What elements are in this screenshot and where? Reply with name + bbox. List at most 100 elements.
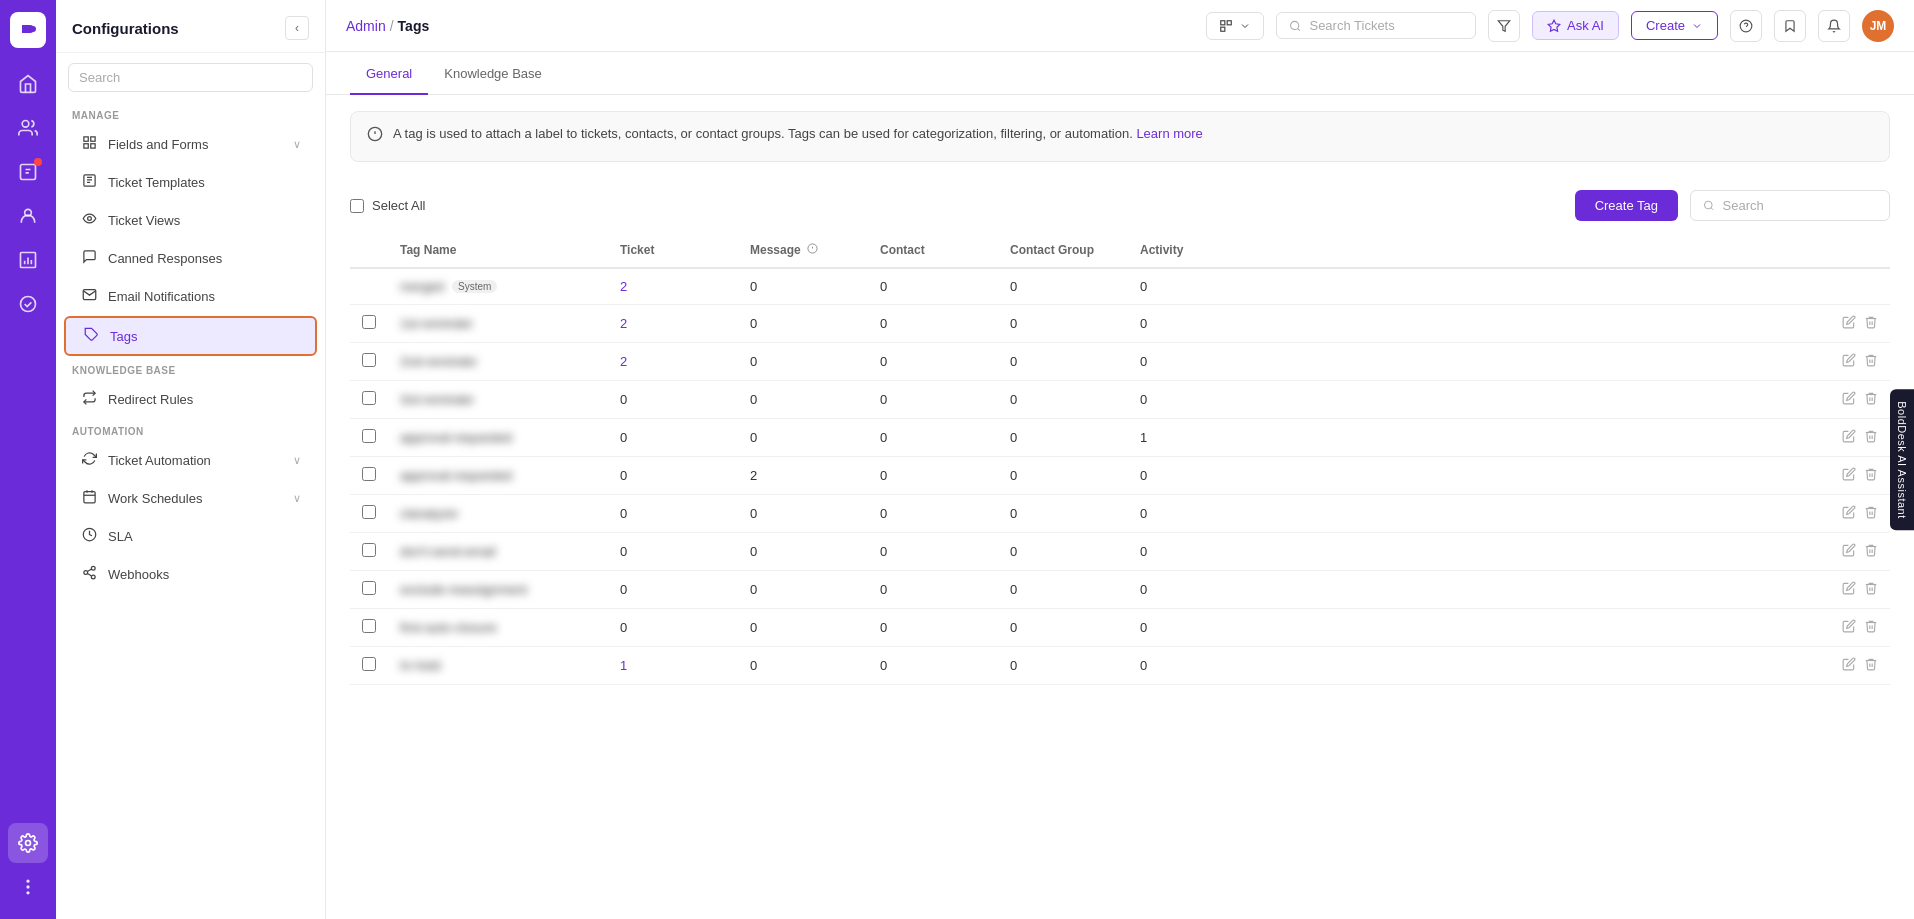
delete-icon[interactable] [1864,429,1878,446]
app-logo[interactable] [10,12,46,48]
sidebar-item-redirect-rules[interactable]: Redirect Rules [64,381,317,417]
create-tag-button[interactable]: Create Tag [1575,190,1678,221]
nav-tickets[interactable] [8,152,48,192]
col-message: Message [738,233,868,268]
learn-more-link[interactable]: Learn more [1136,126,1202,141]
sidebar-item-email-notifications[interactable]: Email Notifications [64,278,317,314]
tags-table-wrapper: Tag Name Ticket Message Contact [326,233,1914,709]
edit-icon[interactable] [1842,467,1856,484]
ticket-count[interactable]: 2 [608,268,738,305]
activity-count: 0 [1128,268,1258,305]
edit-icon[interactable] [1842,353,1856,370]
sidebar-item-sla[interactable]: SLA [64,518,317,554]
row-checkbox[interactable] [362,429,376,443]
table-row: 2nd-reminder20000 [350,343,1890,381]
table-row: don't-send-email00000 [350,533,1890,571]
system-badge: System [452,280,497,293]
tag-name-text: 2nd-reminder [400,354,477,369]
nav-reports[interactable] [8,240,48,280]
select-all-label[interactable]: Select All [350,198,425,213]
delete-icon[interactable] [1864,467,1878,484]
global-search-input[interactable] [1309,18,1463,33]
sidebar-item-ticket-templates[interactable]: Ticket Templates [64,164,317,200]
svg-point-10 [27,892,29,894]
table-row: 1st-reminder20000 [350,305,1890,343]
svg-rect-13 [83,144,87,148]
ticket-count[interactable]: 2 [608,343,738,381]
tab-general[interactable]: General [350,52,428,95]
ticket-link[interactable]: 1 [620,658,627,673]
edit-icon[interactable] [1842,429,1856,446]
row-checkbox[interactable] [362,467,376,481]
delete-icon[interactable] [1864,353,1878,370]
sidebar-item-work-schedules[interactable]: Work Schedules ∨ [64,480,317,516]
edit-icon[interactable] [1842,505,1856,522]
icon-bar [0,0,56,919]
svg-point-23 [91,566,95,570]
delete-icon[interactable] [1864,543,1878,560]
breadcrumb: Admin/Tags [346,18,429,34]
activity-count: 0 [1128,381,1258,419]
ticket-count[interactable]: 2 [608,305,738,343]
sidebar-item-tags[interactable]: Tags [64,316,317,356]
delete-icon[interactable] [1864,505,1878,522]
tag-name-text: exclude-reassignment [400,582,527,597]
breadcrumb-admin[interactable]: Admin [346,18,386,34]
delete-icon[interactable] [1864,581,1878,598]
sidebar-section-manage: MANAGE [56,102,325,125]
edit-icon[interactable] [1842,543,1856,560]
ticket-link[interactable]: 2 [620,316,627,331]
delete-icon[interactable] [1864,657,1878,674]
edit-icon[interactable] [1842,619,1856,636]
edit-icon[interactable] [1842,581,1856,598]
inbox-filter-dropdown[interactable] [1206,12,1264,40]
create-button[interactable]: Create [1631,11,1718,40]
tags-search-box[interactable] [1690,190,1890,221]
canned-responses-icon [80,249,98,267]
notifications-icon-button[interactable] [1818,10,1850,42]
row-checkbox[interactable] [362,657,376,671]
tags-search-input[interactable] [1723,198,1877,213]
global-search-box[interactable] [1276,12,1476,39]
sidebar-item-ticket-views[interactable]: Ticket Views [64,202,317,238]
ai-assistant-tab[interactable]: BoldDesk AI Assistant [1890,389,1914,531]
row-checkbox[interactable] [362,391,376,405]
ticket-link[interactable]: 2 [620,354,627,369]
sidebar-item-webhooks[interactable]: Webhooks [64,556,317,592]
filter-icon-button[interactable] [1488,10,1520,42]
row-checkbox[interactable] [362,315,376,329]
user-avatar[interactable]: JM [1862,10,1894,42]
nav-more[interactable] [8,867,48,907]
row-checkbox[interactable] [362,353,376,367]
row-checkbox[interactable] [362,505,376,519]
ticket-count[interactable]: 1 [608,647,738,685]
sidebar-item-fields-forms[interactable]: Fields and Forms ∨ [64,126,317,162]
sidebar-collapse-button[interactable]: ‹ [285,16,309,40]
row-checkbox[interactable] [362,619,376,633]
tab-knowledge-base[interactable]: Knowledge Base [428,52,558,95]
nav-contacts[interactable] [8,108,48,148]
delete-icon[interactable] [1864,315,1878,332]
bookmark-icon-button[interactable] [1774,10,1806,42]
help-icon-button[interactable] [1730,10,1762,42]
edit-icon[interactable] [1842,391,1856,408]
ticket-count: 0 [608,609,738,647]
svg-rect-18 [83,492,94,503]
sidebar-search-input[interactable] [68,63,313,92]
sidebar-item-canned-responses[interactable]: Canned Responses [64,240,317,276]
edit-icon[interactable] [1842,315,1856,332]
sidebar-item-ticket-automation[interactable]: Ticket Automation ∨ [64,442,317,478]
delete-icon[interactable] [1864,619,1878,636]
row-checkbox[interactable] [362,581,376,595]
delete-icon[interactable] [1864,391,1878,408]
nav-home[interactable] [8,64,48,104]
nav-settings[interactable] [8,823,48,863]
row-checkbox[interactable] [362,543,376,557]
ticket-link[interactable]: 2 [620,279,627,294]
edit-icon[interactable] [1842,657,1856,674]
nav-tasks[interactable] [8,284,48,324]
nav-person[interactable] [8,196,48,236]
ask-ai-button[interactable]: Ask AI [1532,11,1619,40]
select-all-checkbox[interactable] [350,199,364,213]
create-label: Create [1646,18,1685,33]
